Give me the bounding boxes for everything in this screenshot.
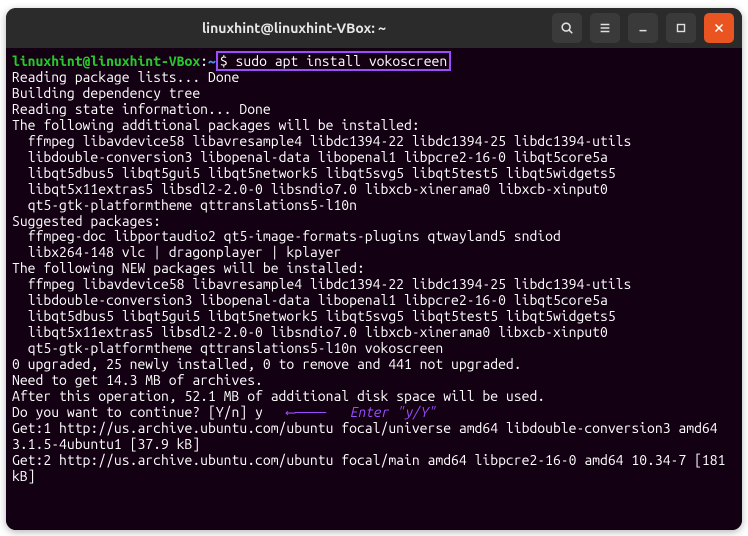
- output-line: libqt5x11extras5 libsdl2-2.0-0 libsndio7…: [12, 182, 736, 198]
- menu-button[interactable]: [590, 13, 620, 43]
- output-line: ffmpeg libavdevice58 libavresample4 libd…: [12, 277, 736, 293]
- output-line: Get:1 http://us.archive.ubuntu.com/ubunt…: [12, 421, 736, 453]
- output-line: The following additional packages will b…: [12, 118, 736, 134]
- prompt-dollar: $: [220, 53, 236, 69]
- output-line: Building dependency tree: [12, 86, 736, 102]
- output-line: libqt5dbus5 libqt5gui5 libqt5network5 li…: [12, 309, 736, 325]
- minimize-icon: [636, 21, 650, 35]
- prompt-path: ~: [208, 53, 216, 69]
- titlebar: linuxhint@linuxhint-VBox: ~: [6, 8, 742, 48]
- prompt-user-host: linuxhint@linuxhint-VBox: [12, 53, 200, 69]
- output-line: libdouble-conversion3 libopenal-data lib…: [12, 150, 736, 166]
- window-title: linuxhint@linuxhint-VBox: ~: [44, 20, 544, 36]
- prompt-line: linuxhint@linuxhint-VBox:~$ sudo apt ins…: [12, 54, 736, 70]
- output-line: Reading state information... Done: [12, 102, 736, 118]
- output-line: libdouble-conversion3 libopenal-data lib…: [12, 293, 736, 309]
- search-button[interactable]: [552, 13, 582, 43]
- hamburger-icon: [598, 21, 612, 35]
- output-line: qt5-gtk-platformtheme qttranslations5-l1…: [12, 198, 736, 214]
- output-line: qt5-gtk-platformtheme qttranslations5-l1…: [12, 341, 736, 357]
- terminal-window: linuxhint@linuxhint-VBox: ~ linuxhint@li…: [6, 8, 742, 530]
- output-line: libqt5x11extras5 libsdl2-2.0-0 libsndio7…: [12, 325, 736, 341]
- annotation-arrow: ⟵————: [263, 404, 350, 420]
- output-line: ffmpeg-doc libportaudio2 qt5-image-forma…: [12, 229, 736, 245]
- output-line: After this operation, 52.1 MB of additio…: [12, 389, 736, 405]
- close-icon: [712, 21, 726, 35]
- output-line: 0 upgraded, 25 newly installed, 0 to rem…: [12, 357, 736, 373]
- output-line: Reading package lists... Done: [12, 70, 736, 86]
- output-line: ffmpeg libavdevice58 libavresample4 libd…: [12, 134, 736, 150]
- continue-prompt-line: Do you want to continue? [Y/n] y ⟵———— E…: [12, 405, 736, 421]
- command-highlight: $ sudo apt install vokoscreen: [216, 51, 451, 71]
- output-line: libqt5dbus5 libqt5gui5 libqt5network5 li…: [12, 166, 736, 182]
- continue-prompt: Do you want to continue? [Y/n] y: [12, 404, 263, 420]
- terminal-content[interactable]: linuxhint@linuxhint-VBox:~$ sudo apt ins…: [6, 48, 742, 530]
- output-line: The following NEW packages will be insta…: [12, 261, 736, 277]
- annotation-hint: Enter "y/Y": [350, 404, 436, 420]
- output-line: Suggested packages:: [12, 214, 736, 230]
- maximize-icon: [674, 21, 688, 35]
- search-icon: [560, 21, 574, 35]
- prompt-separator: :: [200, 53, 208, 69]
- output-line: Need to get 14.3 MB of archives.: [12, 373, 736, 389]
- output-line: libx264-148 vlc | dragonplayer | kplayer: [12, 245, 736, 261]
- maximize-button[interactable]: [666, 13, 696, 43]
- command-text: sudo apt install vokoscreen: [236, 53, 448, 69]
- output-line: Get:2 http://us.archive.ubuntu.com/ubunt…: [12, 453, 736, 485]
- close-button[interactable]: [704, 13, 734, 43]
- minimize-button[interactable]: [628, 13, 658, 43]
